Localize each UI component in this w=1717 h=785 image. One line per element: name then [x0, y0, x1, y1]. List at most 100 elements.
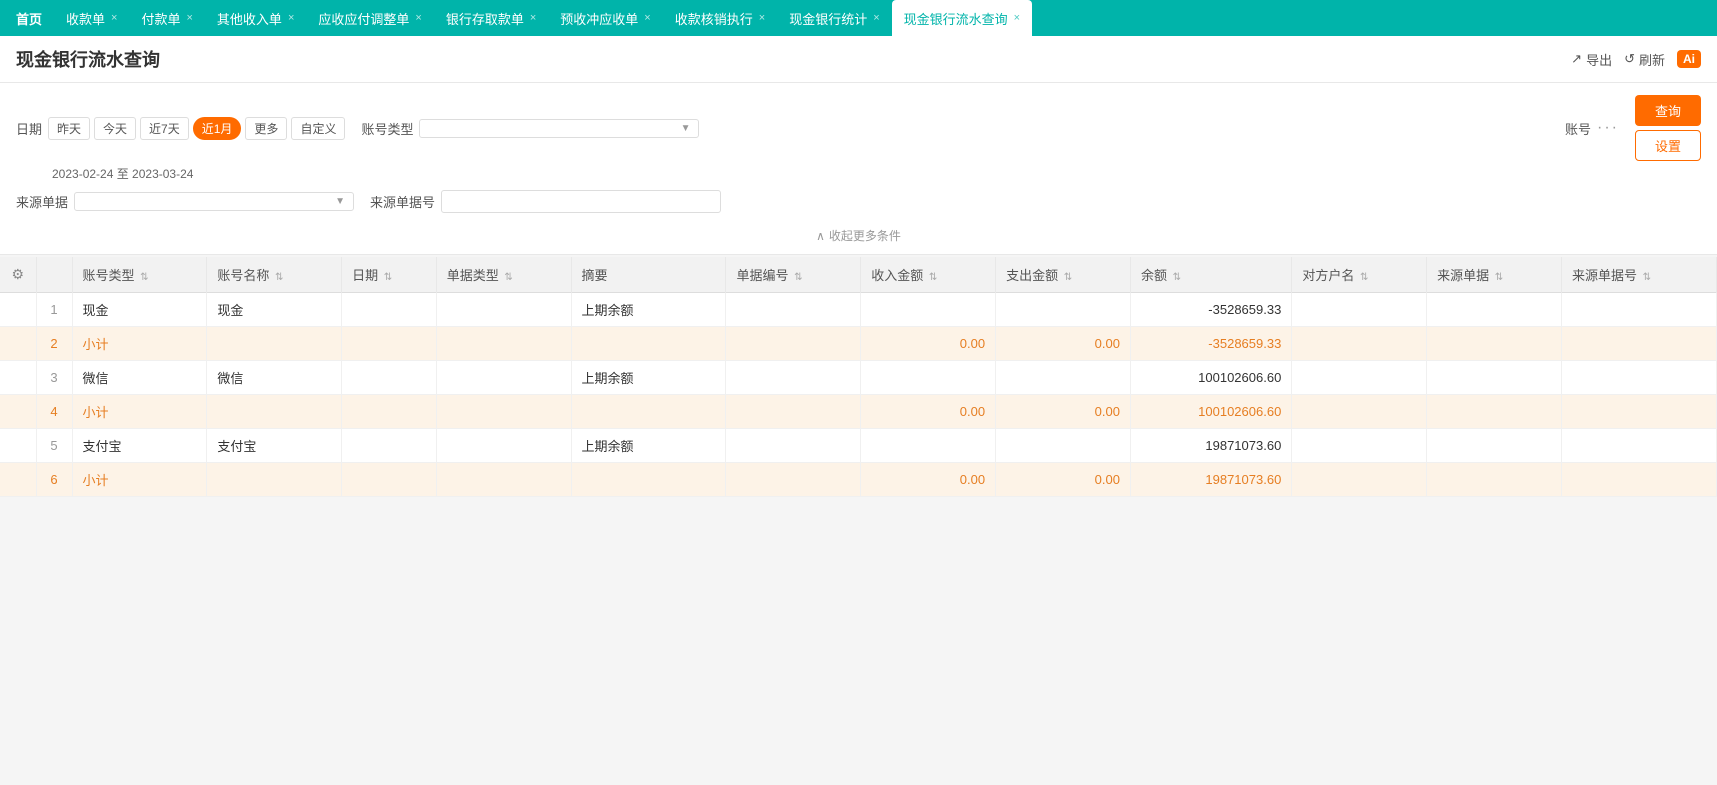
data-table: ⚙ 账号类型 ⇅ 账号名称 ⇅ 日期 ⇅ 单据类型 ⇅ 摘要 单据编号 ⇅ 收入…: [0, 257, 1717, 497]
cell-settings: [0, 361, 36, 395]
cell-account-type: 小计: [72, 463, 207, 497]
cell-account-name: 微信: [207, 361, 342, 395]
sort-icon[interactable]: ⇅: [275, 272, 283, 283]
sort-icon[interactable]: ⇅: [1495, 272, 1503, 283]
close-icon[interactable]: ×: [288, 12, 294, 24]
col-counterpart: 对方户名 ⇅: [1292, 257, 1427, 293]
col-balance: 余额 ⇅: [1130, 257, 1291, 293]
cell-settings: [0, 463, 36, 497]
table-row: 5支付宝支付宝上期余额19871073.60: [0, 429, 1717, 463]
nav-tab-flow-query[interactable]: 现金银行流水查询 ×: [892, 0, 1032, 36]
cell-account-type: 微信: [72, 361, 207, 395]
col-settings: ⚙: [0, 257, 36, 293]
cell-source-doc-no: [1561, 293, 1716, 327]
date-btn-more[interactable]: 更多: [245, 117, 287, 140]
date-btn-yesterday[interactable]: 昨天: [48, 117, 90, 140]
cell-income: 0.00: [861, 463, 996, 497]
sort-icon[interactable]: ⇅: [504, 272, 512, 283]
collapse-button[interactable]: ∧ 收起更多条件: [16, 223, 1701, 246]
date-btn-custom[interactable]: 自定义: [291, 117, 345, 140]
sort-icon[interactable]: ⇅: [1173, 272, 1181, 283]
nav-tab-payment[interactable]: 付款单 ×: [129, 0, 204, 36]
gear-icon[interactable]: ⚙: [11, 266, 24, 282]
sort-icon[interactable]: ⇅: [384, 272, 392, 283]
date-btn-today[interactable]: 今天: [94, 117, 136, 140]
nav-tab-bank-deposit-label: 银行存取款单: [446, 9, 524, 28]
sort-icon[interactable]: ⇅: [929, 272, 937, 283]
col-row-num: [36, 257, 72, 293]
nav-tab-receipt[interactable]: 收款单 ×: [54, 0, 129, 36]
cell-expense: 0.00: [996, 395, 1131, 429]
cell-source-doc: [1427, 293, 1562, 327]
cell-row-num: 5: [36, 429, 72, 463]
sort-icon[interactable]: ⇅: [1643, 272, 1651, 283]
account-ellipsis[interactable]: ···: [1597, 119, 1619, 137]
date-btn-1month[interactable]: 近1月: [193, 117, 242, 140]
collapse-label: 收起更多条件: [829, 227, 901, 244]
cell-summary: 上期余额: [571, 293, 726, 327]
account-type-label: 账号类型: [361, 119, 413, 138]
nav-tab-prepay[interactable]: 预收冲应收单 ×: [548, 0, 662, 36]
close-icon[interactable]: ×: [873, 12, 879, 24]
cell-account-type: 支付宝: [72, 429, 207, 463]
action-buttons: 查询 设置: [1635, 95, 1701, 161]
source-doc-no-label: 来源单据号: [370, 192, 435, 211]
cell-doc-no: [726, 327, 861, 361]
close-icon[interactable]: ×: [644, 12, 650, 24]
ai-badge[interactable]: Ai: [1677, 50, 1701, 68]
cell-doc-no: [726, 361, 861, 395]
nav-tab-bank-deposit[interactable]: 银行存取款单 ×: [434, 0, 548, 36]
nav-tab-verify[interactable]: 收款核销执行 ×: [663, 0, 777, 36]
cell-source-doc-no: [1561, 463, 1716, 497]
cell-date: [342, 361, 437, 395]
cell-counterpart: [1292, 327, 1427, 361]
refresh-button[interactable]: ↺ 刷新: [1624, 50, 1665, 69]
close-icon[interactable]: ×: [415, 12, 421, 24]
cell-balance: 19871073.60: [1130, 463, 1291, 497]
cell-source-doc: [1427, 327, 1562, 361]
nav-tab-other-income[interactable]: 其他收入单 ×: [205, 0, 306, 36]
col-date: 日期 ⇅: [342, 257, 437, 293]
cell-account-type: 小计: [72, 395, 207, 429]
cell-doc-type: [436, 463, 571, 497]
nav-tab-home-label: 首页: [16, 9, 42, 28]
cell-income: [861, 293, 996, 327]
cell-source-doc: [1427, 361, 1562, 395]
sort-icon[interactable]: ⇅: [140, 272, 148, 283]
settings-button[interactable]: 设置: [1635, 130, 1701, 161]
source-doc-select[interactable]: ▼: [74, 192, 354, 211]
query-button[interactable]: 查询: [1635, 95, 1701, 126]
nav-tab-other-income-label: 其他收入单: [217, 9, 282, 28]
header-row: ⚙ 账号类型 ⇅ 账号名称 ⇅ 日期 ⇅ 单据类型 ⇅ 摘要 单据编号 ⇅ 收入…: [0, 257, 1717, 293]
cell-account-name: [207, 395, 342, 429]
nav-tab-ar-ap-adjust[interactable]: 应收应付调整单 ×: [306, 0, 433, 36]
account-label: 账号: [1565, 119, 1591, 138]
cell-settings: [0, 429, 36, 463]
close-icon[interactable]: ×: [111, 12, 117, 24]
cell-date: [342, 293, 437, 327]
export-button[interactable]: ↗ 导出: [1571, 50, 1612, 69]
sort-icon[interactable]: ⇅: [794, 272, 802, 283]
table-row: 1现金现金上期余额-3528659.33: [0, 293, 1717, 327]
account-type-filter: 账号类型 ▼: [361, 119, 1549, 138]
nav-tab-home[interactable]: 首页: [4, 0, 54, 36]
close-icon[interactable]: ×: [1014, 12, 1020, 24]
source-doc-no-input[interactable]: [441, 190, 721, 213]
filter-row-2: 来源单据 ▼ 来源单据号: [16, 190, 1701, 213]
cell-income: [861, 429, 996, 463]
close-icon[interactable]: ×: [759, 12, 765, 24]
cell-counterpart: [1292, 361, 1427, 395]
col-summary: 摘要: [571, 257, 726, 293]
sort-icon[interactable]: ⇅: [1064, 272, 1072, 283]
date-btn-7days[interactable]: 近7天: [140, 117, 189, 140]
cell-counterpart: [1292, 293, 1427, 327]
account-type-select[interactable]: ▼: [419, 119, 699, 138]
cell-date: [342, 463, 437, 497]
close-icon[interactable]: ×: [186, 12, 192, 24]
nav-tab-stats[interactable]: 现金银行统计 ×: [777, 0, 891, 36]
close-icon[interactable]: ×: [530, 12, 536, 24]
cell-account-type: 现金: [72, 293, 207, 327]
sort-icon[interactable]: ⇅: [1360, 272, 1368, 283]
cell-summary: [571, 327, 726, 361]
col-expense: 支出金额 ⇅: [996, 257, 1131, 293]
